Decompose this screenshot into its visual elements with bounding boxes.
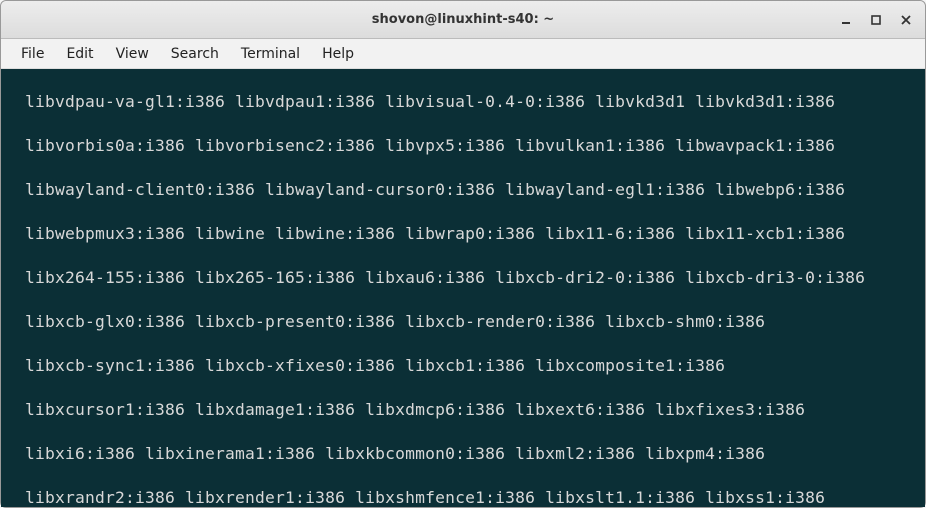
maximize-icon xyxy=(871,15,881,25)
terminal-line: libxcursor1:i386 libxdamage1:i386 libxdm… xyxy=(5,399,921,421)
terminal-line: libwebpmux3:i386 libwine libwine:i386 li… xyxy=(5,223,921,245)
terminal-line: libxi6:i386 libxinerama1:i386 libxkbcomm… xyxy=(5,443,921,465)
menubar: File Edit View Search Terminal Help xyxy=(1,39,925,69)
minimize-icon xyxy=(841,15,851,25)
menu-help[interactable]: Help xyxy=(312,42,364,66)
maximize-button[interactable] xyxy=(863,7,889,33)
terminal-line: libxcb-glx0:i386 libxcb-present0:i386 li… xyxy=(5,311,921,333)
terminal-line: libx264-155:i386 libx265-165:i386 libxau… xyxy=(5,267,921,289)
menu-file[interactable]: File xyxy=(11,42,54,66)
titlebar: shovon@linuxhint-s40: ~ xyxy=(1,1,925,39)
close-icon xyxy=(901,15,911,25)
menu-terminal[interactable]: Terminal xyxy=(231,42,310,66)
menu-view[interactable]: View xyxy=(106,42,159,66)
menu-edit[interactable]: Edit xyxy=(56,42,103,66)
terminal-line: libxrandr2:i386 libxrender1:i386 libxshm… xyxy=(5,487,921,507)
terminal-line: libwayland-client0:i386 libwayland-curso… xyxy=(5,179,921,201)
window-controls xyxy=(833,7,919,33)
terminal-output[interactable]: libvdpau-va-gl1:i386 libvdpau1:i386 libv… xyxy=(1,69,925,507)
minimize-button[interactable] xyxy=(833,7,859,33)
terminal-line: libvorbis0a:i386 libvorbisenc2:i386 libv… xyxy=(5,135,921,157)
window-title: shovon@linuxhint-s40: ~ xyxy=(372,12,554,27)
terminal-line: libxcb-sync1:i386 libxcb-xfixes0:i386 li… xyxy=(5,355,921,377)
close-button[interactable] xyxy=(893,7,919,33)
terminal-line: libvdpau-va-gl1:i386 libvdpau1:i386 libv… xyxy=(5,91,921,113)
menu-search[interactable]: Search xyxy=(161,42,229,66)
